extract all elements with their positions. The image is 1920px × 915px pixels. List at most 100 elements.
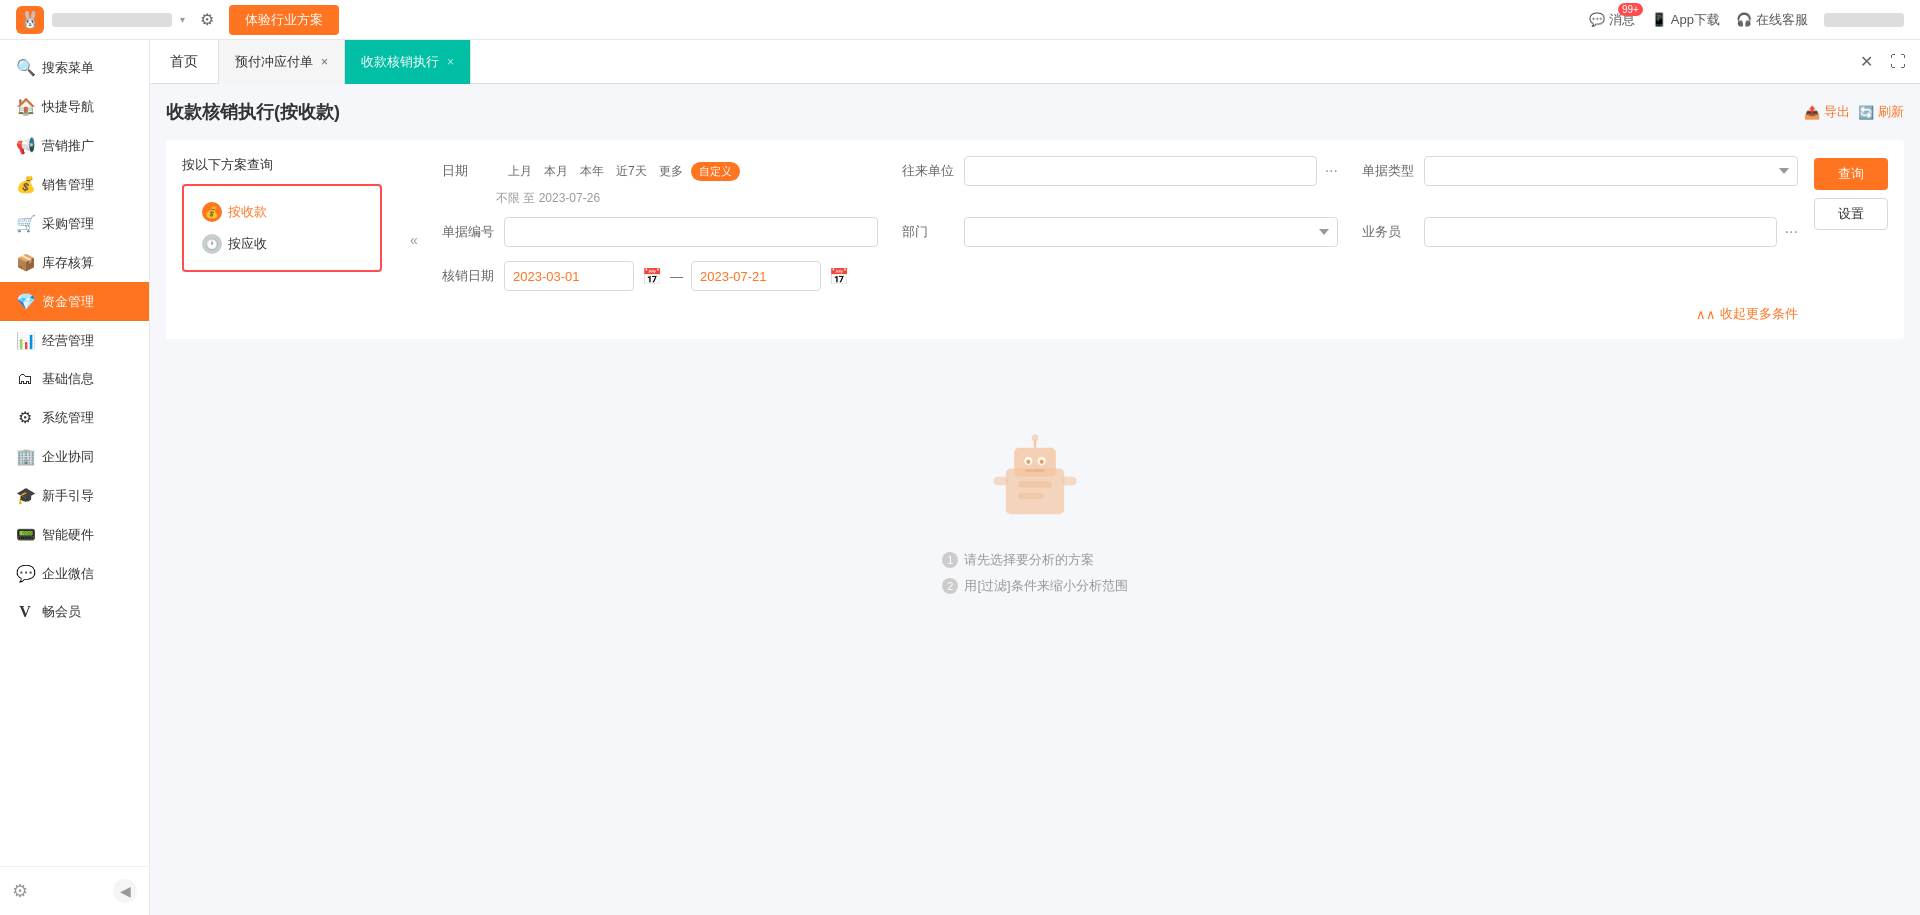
- top-bar-right: 💬 消息 99+ 📱 App下载 🎧 在线客服: [1589, 11, 1904, 29]
- sidebar-item-label: 销售管理: [42, 176, 94, 194]
- search-icon: 🔍: [16, 58, 34, 77]
- writeoff-end-input[interactable]: [691, 261, 821, 291]
- dropdown-icon[interactable]: ▾: [180, 14, 185, 25]
- staff-dots[interactable]: ···: [1785, 223, 1798, 241]
- collapse-more-btn[interactable]: ∧∧ 收起更多条件: [442, 305, 1798, 323]
- sidebar-item-enterprise[interactable]: 🏢 企业协同: [0, 437, 149, 476]
- dept-label: 部门: [902, 223, 956, 241]
- empty-state: 1 请先选择要分析的方案 2 用[过滤]条件来缩小分析范围: [166, 351, 1904, 679]
- app-label: App下载: [1671, 11, 1720, 29]
- user-avatar: [1824, 13, 1904, 27]
- doc-num-input[interactable]: [504, 217, 878, 247]
- settings-icon[interactable]: ⚙: [12, 880, 28, 902]
- date-this-month-btn[interactable]: 本月: [540, 161, 572, 182]
- tab-home[interactable]: 首页: [150, 40, 219, 84]
- filter-option-by-receipt[interactable]: 💰 按收款: [194, 196, 370, 228]
- filter-panel: 按以下方案查询 💰 按收款 🕐 按应收 «: [166, 140, 1904, 339]
- filter-option-label: 按收款: [228, 203, 267, 221]
- sidebar-item-basic-info[interactable]: 🗂 基础信息: [0, 360, 149, 398]
- doc-num-label: 单据编号: [442, 223, 496, 241]
- operation-icon: 📊: [16, 331, 34, 350]
- sidebar-item-search-menu[interactable]: 🔍 搜索菜单: [0, 48, 149, 87]
- partner-input[interactable]: [964, 156, 1317, 186]
- doc-type-select[interactable]: [1424, 156, 1798, 186]
- date-this-year-btn[interactable]: 本年: [576, 161, 608, 182]
- enterprise-icon: 🏢: [16, 447, 34, 466]
- cal-end-icon[interactable]: 📅: [829, 267, 849, 286]
- top-bar-left: 🐰 ▾ ⚙ 体验行业方案: [16, 5, 1589, 35]
- tab-actions: ✕ ⛶: [1844, 48, 1920, 76]
- date-custom-badge[interactable]: 自定义: [691, 162, 740, 181]
- industry-btn[interactable]: 体验行业方案: [229, 5, 339, 35]
- sidebar-item-hardware[interactable]: 📟 智能硬件: [0, 515, 149, 554]
- setting-btn[interactable]: 设置: [1814, 198, 1888, 230]
- date-separator: —: [670, 269, 683, 284]
- page-title: 收款核销执行(按收款): [166, 100, 340, 124]
- writeoff-start-input[interactable]: [504, 261, 634, 291]
- sidebar-item-sales[interactable]: 💰 销售管理: [0, 165, 149, 204]
- sidebar-item-marketing[interactable]: 📢 营销推广: [0, 126, 149, 165]
- refresh-btn[interactable]: 🔄 刷新: [1858, 103, 1904, 121]
- tab-prepay[interactable]: 预付冲应付单 ×: [219, 40, 345, 84]
- staff-input[interactable]: [1424, 217, 1777, 247]
- filter-option-by-receivable[interactable]: 🕐 按应收: [194, 228, 370, 260]
- tab-prepay-label: 预付冲应付单: [235, 53, 313, 71]
- date-7days-btn[interactable]: 近7天: [612, 161, 651, 182]
- empty-tip-2: 2 用[过滤]条件来缩小分析范围: [942, 573, 1127, 599]
- page-content: 收款核销执行(按收款) 📤 导出 🔄 刷新 按以下方案查询: [150, 84, 1920, 915]
- date-last-month-btn[interactable]: 上月: [504, 161, 536, 182]
- sidebar-item-quick-nav[interactable]: 🏠 快捷导航: [0, 87, 149, 126]
- export-icon: 📤: [1804, 105, 1820, 120]
- staff-field: 业务员 ···: [1362, 217, 1798, 247]
- date-range: 📅 — 📅: [504, 261, 849, 291]
- svg-rect-12: [1062, 477, 1077, 485]
- collapse-more-label: 收起更多条件: [1720, 305, 1798, 323]
- tip-num-2: 2: [942, 578, 958, 594]
- system-icon: ⚙: [16, 408, 34, 427]
- sales-icon: 💰: [16, 175, 34, 194]
- filter-collapse-btn[interactable]: «: [402, 228, 426, 252]
- tab-maximize-btn[interactable]: ⛶: [1884, 48, 1912, 76]
- filter-options-box: 💰 按收款 🕐 按应收: [182, 184, 382, 272]
- sidebar-item-member[interactable]: V 畅会员: [0, 593, 149, 631]
- dept-select[interactable]: [964, 217, 1338, 247]
- tab-prepay-close[interactable]: ×: [321, 55, 328, 69]
- filter-title: 按以下方案查询: [182, 156, 382, 174]
- tab-writeoff[interactable]: 收款核销执行 ×: [345, 40, 471, 84]
- sidebar-item-label: 智能硬件: [42, 526, 94, 544]
- sidebar-item-guide[interactable]: 🎓 新手引导: [0, 476, 149, 515]
- cal-start-icon[interactable]: 📅: [642, 267, 662, 286]
- svg-rect-11: [993, 477, 1008, 485]
- sidebar-item-operation[interactable]: 📊 经营管理: [0, 321, 149, 360]
- service-btn[interactable]: 🎧 在线客服: [1736, 11, 1808, 29]
- svg-rect-6: [1025, 469, 1045, 472]
- sidebar-item-label: 新手引导: [42, 487, 94, 505]
- message-icon: 💬: [1589, 12, 1605, 27]
- sidebar-item-finance[interactable]: 💎 资金管理: [0, 282, 149, 321]
- app-download-btn[interactable]: 📱 App下载: [1651, 11, 1720, 29]
- export-btn[interactable]: 📤 导出: [1804, 103, 1850, 121]
- collapse-sidebar-btn[interactable]: ◀: [113, 879, 137, 903]
- message-btn[interactable]: 💬 消息 99+: [1589, 11, 1635, 29]
- page-actions: 📤 导出 🔄 刷新: [1804, 103, 1904, 121]
- sidebar-item-inventory[interactable]: 📦 库存核算: [0, 243, 149, 282]
- sidebar-item-label: 资金管理: [42, 293, 94, 311]
- query-btn[interactable]: 查询: [1814, 158, 1888, 190]
- date-more-btn[interactable]: 更多: [655, 161, 687, 182]
- receipt-icon: 💰: [202, 202, 222, 222]
- sidebar-item-label: 基础信息: [42, 370, 94, 388]
- sidebar-item-system[interactable]: ⚙ 系统管理: [0, 398, 149, 437]
- message-badge: 99+: [1618, 3, 1643, 16]
- query-actions: 查询 设置: [1814, 156, 1888, 230]
- partner-dots[interactable]: ···: [1325, 162, 1338, 180]
- member-icon: V: [16, 603, 34, 621]
- sidebar-item-purchase[interactable]: 🛒 采购管理: [0, 204, 149, 243]
- tab-writeoff-close[interactable]: ×: [447, 55, 454, 69]
- sidebar-item-label: 采购管理: [42, 215, 94, 233]
- tab-writeoff-label: 收款核销执行: [361, 53, 439, 71]
- tab-close-window-btn[interactable]: ✕: [1852, 48, 1880, 76]
- gear-icon[interactable]: ⚙: [193, 6, 221, 34]
- finance-icon: 💎: [16, 292, 34, 311]
- sidebar-item-label: 企业协同: [42, 448, 94, 466]
- sidebar-item-wechat[interactable]: 💬 企业微信: [0, 554, 149, 593]
